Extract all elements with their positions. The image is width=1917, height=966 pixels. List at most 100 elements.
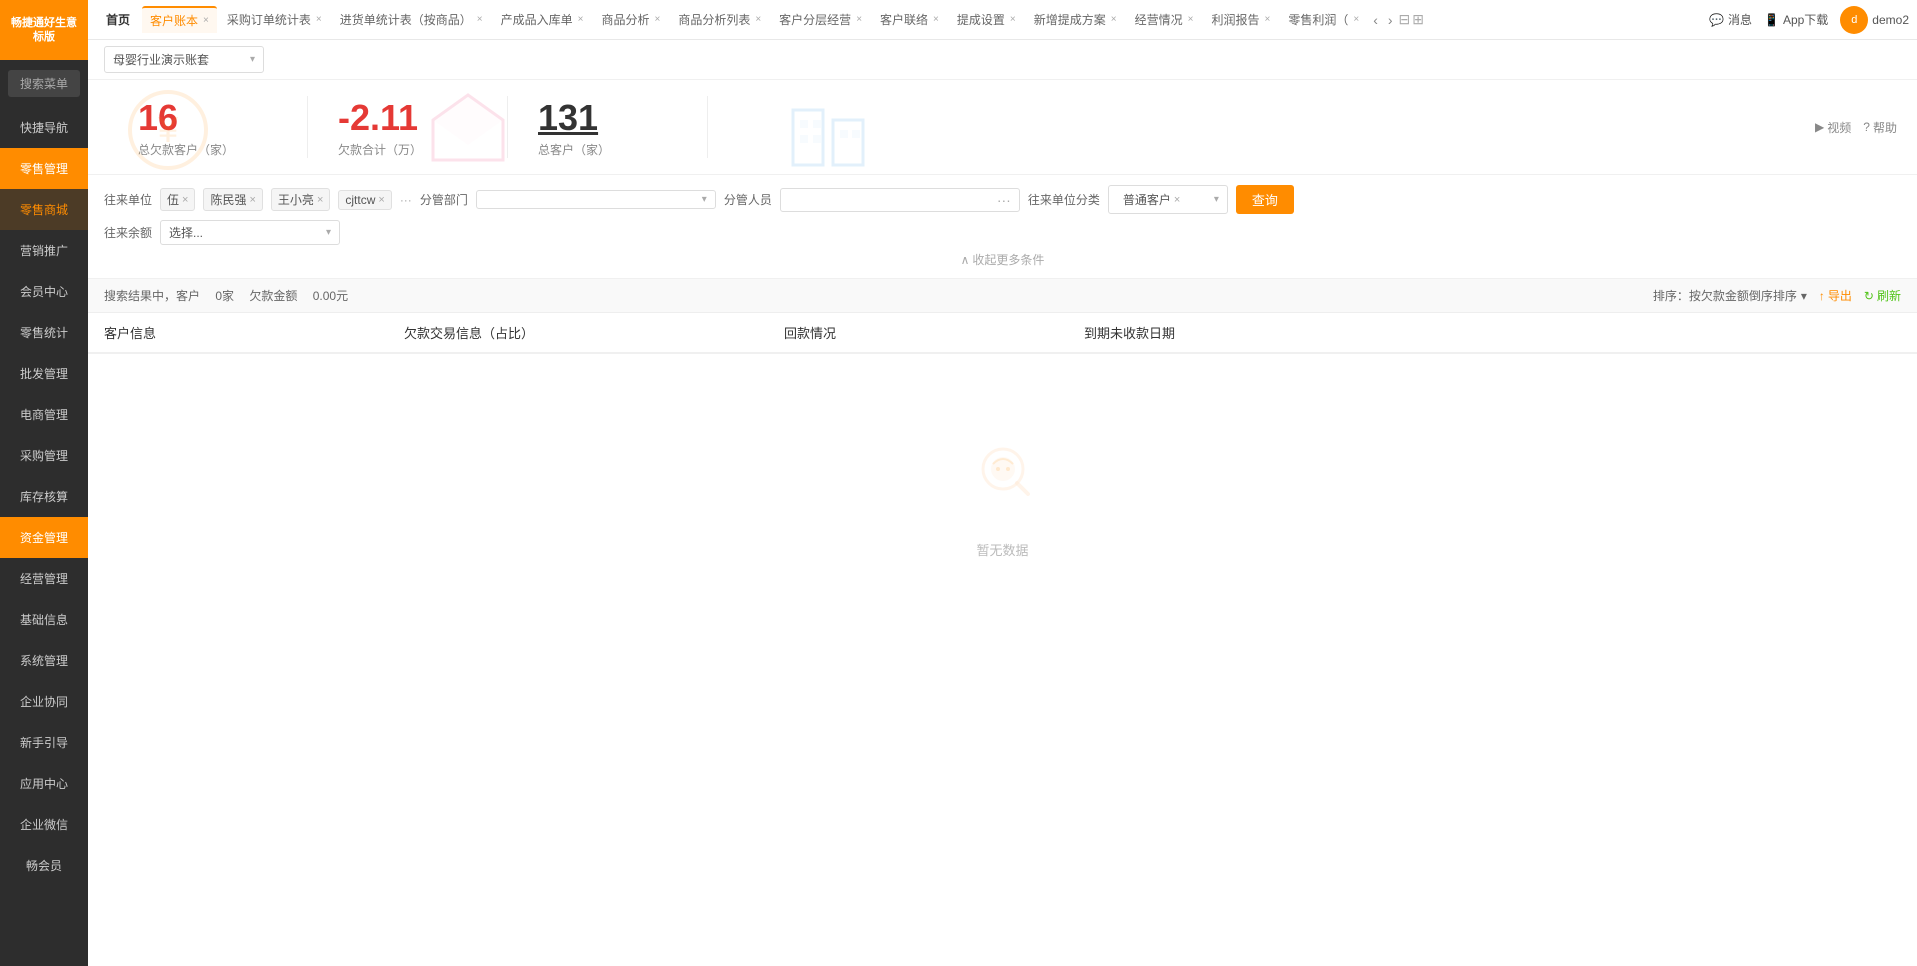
- tab-label: 产成品入库单: [501, 11, 573, 28]
- close-tab-icon[interactable]: ×: [578, 14, 584, 25]
- close-tab-icon[interactable]: ×: [1188, 14, 1194, 25]
- sidebar-item-member2[interactable]: 畅会员: [0, 845, 88, 886]
- refresh-icon: ↻: [1864, 289, 1874, 303]
- filter-tag-text: 王小亮: [278, 191, 314, 208]
- sidebar-item-enterprise[interactable]: 企业协同: [0, 681, 88, 722]
- tab-profit-report[interactable]: 利润报告 ×: [1203, 7, 1278, 32]
- close-tab-icon[interactable]: ×: [477, 14, 483, 25]
- maximize-icon[interactable]: ⊞: [1412, 11, 1424, 28]
- close-tab-icon[interactable]: ×: [654, 14, 660, 25]
- close-tab-icon[interactable]: ×: [203, 15, 209, 26]
- close-tab-icon[interactable]: ×: [856, 14, 862, 25]
- sidebar-item-finance[interactable]: 资金管理: [0, 517, 88, 558]
- account-selector-bar: 母婴行业演示账套 ▾: [88, 40, 1917, 80]
- sort-dropdown[interactable]: 排序：按欠款金额倒序排序 ▾: [1653, 287, 1807, 304]
- filter-tag-cjttcw[interactable]: cjttcw ×: [338, 190, 391, 210]
- chevron-down-icon: ▾: [702, 194, 707, 205]
- remove-tag-icon[interactable]: ×: [317, 194, 323, 206]
- sidebar-item-marketing[interactable]: 营销推广: [0, 230, 88, 271]
- filter-tag-wang[interactable]: 王小亮 ×: [271, 188, 330, 211]
- close-tab-icon[interactable]: ×: [1264, 14, 1270, 25]
- filter-tag-wu[interactable]: 伍 ×: [160, 188, 195, 211]
- filter-row-2: 往来余额 选择... ▾: [104, 220, 1901, 245]
- account-dropdown[interactable]: 母婴行业演示账套 ▾: [104, 46, 264, 73]
- more-tags-button[interactable]: ···: [400, 193, 412, 207]
- sidebar-item-ecom[interactable]: 电商管理: [0, 394, 88, 435]
- tab-retail-profit[interactable]: 零售利润（ ×: [1280, 7, 1367, 32]
- minimize-icon[interactable]: ⊟: [1399, 11, 1411, 28]
- tab-prev-icon[interactable]: ‹: [1369, 10, 1382, 30]
- sidebar-item-guide[interactable]: 新手引导: [0, 722, 88, 763]
- sidebar-item-retail-stat[interactable]: 零售统计: [0, 312, 88, 353]
- tab-goods-analysis-list[interactable]: 商品分析列表 ×: [670, 7, 769, 32]
- results-bar: 搜索结果中，客户 0家 欠款金额 0.00元 排序：按欠款金额倒序排序 ▾ ↑ …: [88, 279, 1917, 313]
- app-download-button[interactable]: 📱 App下载: [1764, 11, 1828, 28]
- avatar-circle: d: [1840, 6, 1868, 34]
- close-tab-icon[interactable]: ×: [1010, 14, 1016, 25]
- tab-production-stock[interactable]: 产成品入库单 ×: [493, 7, 592, 32]
- home-tab[interactable]: 首页: [96, 7, 140, 32]
- tab-next-icon[interactable]: ›: [1384, 10, 1397, 30]
- help-button[interactable]: ? 帮助: [1863, 119, 1897, 136]
- sidebar-item-member[interactable]: 会员中心: [0, 271, 88, 312]
- close-tab-icon[interactable]: ×: [1111, 14, 1117, 25]
- remove-category-tag-icon[interactable]: ×: [1174, 194, 1180, 206]
- query-button[interactable]: 查询: [1236, 185, 1294, 214]
- chevron-down-icon: ▾: [1801, 289, 1807, 303]
- video-help-button[interactable]: ▶ 视频: [1815, 119, 1851, 136]
- balance-dropdown[interactable]: 选择... ▾: [160, 220, 340, 245]
- sidebar-item-system[interactable]: 系统管理: [0, 640, 88, 681]
- sidebar-item-purchase[interactable]: 采购管理: [0, 435, 88, 476]
- category-tag[interactable]: 普通客户 ×: [1117, 189, 1186, 210]
- person-filter-label: 分管人员: [724, 191, 772, 208]
- sidebar-item-retail[interactable]: 零售管理: [0, 148, 88, 189]
- tab-commission-settings[interactable]: 提成设置 ×: [949, 7, 1024, 32]
- person-more-icon[interactable]: ···: [997, 192, 1011, 208]
- remove-tag-icon[interactable]: ×: [182, 194, 188, 206]
- close-tab-icon[interactable]: ×: [755, 14, 761, 25]
- close-tab-icon[interactable]: ×: [316, 14, 322, 25]
- filter-tag-chen[interactable]: 陈民强 ×: [203, 188, 262, 211]
- remove-tag-icon[interactable]: ×: [378, 194, 384, 206]
- message-button[interactable]: 💬 消息: [1709, 11, 1752, 28]
- topbar: 首页 客户账本 × 采购订单统计表 × 进货单统计表（按商品） × 产成品入库单…: [88, 0, 1917, 40]
- sidebar-item-apps[interactable]: 应用中心: [0, 763, 88, 804]
- table-section: 客户信息 欠款交易信息（占比） 回款情况 到期未收款日期 暂无数据: [88, 313, 1917, 966]
- sidebar-item-retail-shop[interactable]: 零售商城: [0, 189, 88, 230]
- user-avatar[interactable]: d demo2: [1840, 6, 1909, 34]
- app-label: App下载: [1783, 11, 1828, 28]
- tab-add-commission[interactable]: 新增提成方案 ×: [1026, 7, 1125, 32]
- filter-row-1: 往来单位 伍 × 陈民强 × 王小亮 × cjttcw × ··· 分管部门 ▾: [104, 185, 1901, 214]
- sidebar-item-biz[interactable]: 经营管理: [0, 558, 88, 599]
- tab-goods-stats[interactable]: 进货单统计表（按商品） ×: [332, 7, 491, 32]
- tab-customer-contact[interactable]: 客户联络 ×: [872, 7, 947, 32]
- table-header: 客户信息 欠款交易信息（占比） 回款情况 到期未收款日期: [88, 313, 1917, 354]
- dept-dropdown[interactable]: ▾: [476, 190, 716, 209]
- sidebar-item-quicknav[interactable]: 快捷导航: [0, 107, 88, 148]
- collapse-filters-button[interactable]: ∧ 收起更多条件: [104, 251, 1901, 268]
- category-dropdown[interactable]: 普通客户 × ▾: [1108, 185, 1228, 214]
- sidebar-item-batch[interactable]: 批发管理: [0, 353, 88, 394]
- close-tab-icon[interactable]: ×: [1353, 14, 1359, 25]
- close-tab-icon[interactable]: ×: [933, 14, 939, 25]
- refresh-button[interactable]: ↻ 刷新: [1864, 287, 1901, 304]
- col-due-date: 到期未收款日期: [1084, 323, 1901, 342]
- chevron-up-icon: ∧: [961, 253, 970, 267]
- tab-nav-arrows[interactable]: ‹ ›: [1369, 10, 1396, 30]
- sidebar-item-basic[interactable]: 基础信息: [0, 599, 88, 640]
- search-label: 搜索结果中，客户: [104, 289, 200, 303]
- tab-purchase-order-stats[interactable]: 采购订单统计表 ×: [219, 7, 330, 32]
- tab-customer-ledger[interactable]: 客户账本 ×: [142, 6, 217, 33]
- sidebar-search-area[interactable]: 搜索菜单: [0, 60, 88, 107]
- tab-customer-layer[interactable]: 客户分层经营 ×: [771, 7, 870, 32]
- tab-goods-analysis[interactable]: 商品分析 ×: [593, 7, 668, 32]
- person-dropdown[interactable]: ···: [780, 188, 1020, 212]
- table-body: 暂无数据: [88, 354, 1917, 639]
- search-menu-button[interactable]: 搜索菜单: [8, 70, 80, 97]
- tab-biz-status[interactable]: 经营情况 ×: [1127, 7, 1202, 32]
- sidebar-item-wechat[interactable]: 企业微信: [0, 804, 88, 845]
- remove-tag-icon[interactable]: ×: [249, 194, 255, 206]
- account-dropdown-label: 母婴行业演示账套: [113, 51, 209, 68]
- export-button[interactable]: ↑ 导出: [1819, 287, 1852, 304]
- sidebar-item-inventory[interactable]: 库存核算: [0, 476, 88, 517]
